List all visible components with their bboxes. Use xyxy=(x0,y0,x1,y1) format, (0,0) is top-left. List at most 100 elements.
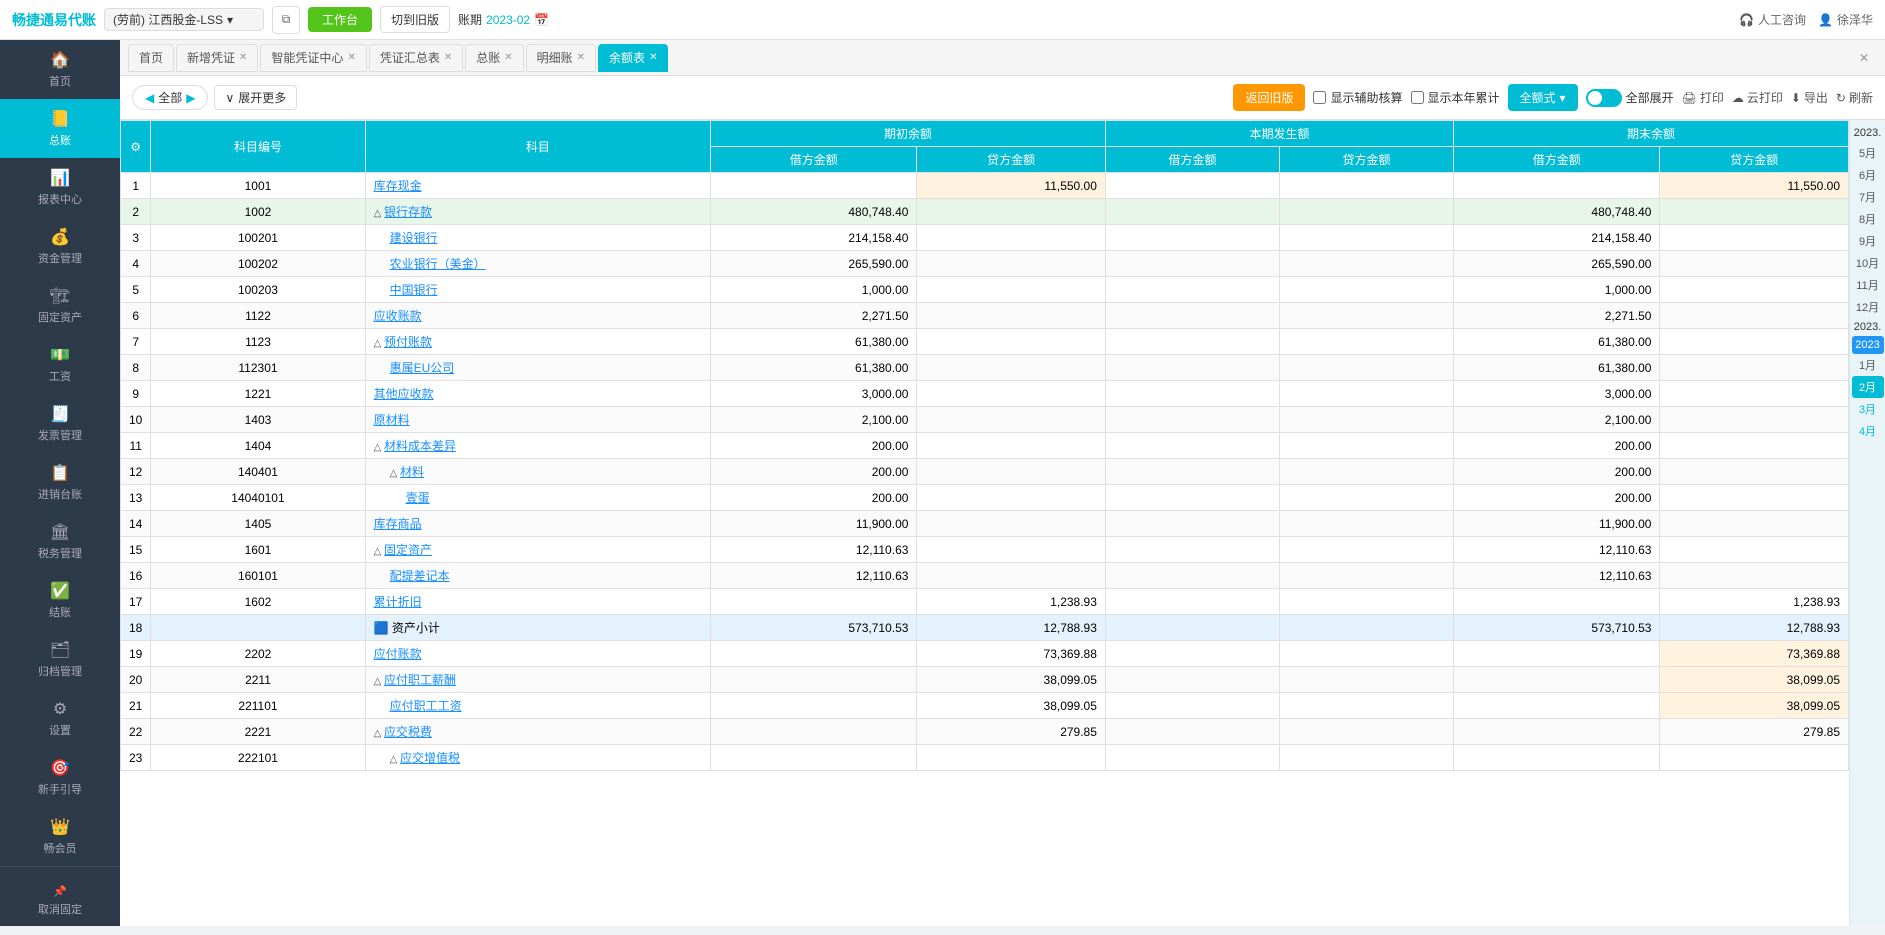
month-2[interactable]: 2月 xyxy=(1852,376,1884,398)
tab-smart-voucher[interactable]: 智能凭证中心 ✕ xyxy=(260,44,366,72)
year-label-1[interactable]: 2023. xyxy=(1854,124,1882,142)
sidebar-item-ledger[interactable]: 📒 总账 xyxy=(0,99,120,158)
row-name[interactable]: △ 应交税费 xyxy=(365,719,710,745)
account-name-link[interactable]: 应收账款 xyxy=(374,309,422,323)
ytd-checkbox-input[interactable] xyxy=(1411,91,1424,104)
row-name[interactable]: 中国银行 xyxy=(365,277,710,303)
user-service[interactable]: 🎧 人工咨询 xyxy=(1739,11,1806,28)
month-7[interactable]: 7月 xyxy=(1852,186,1884,208)
sidebar-item-tax[interactable]: 🏛 税务管理 xyxy=(0,512,120,571)
row-name[interactable]: 建设银行 xyxy=(365,225,710,251)
return-old-version-button[interactable]: 返回旧版 xyxy=(1233,84,1305,111)
month-10[interactable]: 10月 xyxy=(1852,252,1884,274)
expand-arrow-icon[interactable]: △ xyxy=(374,546,384,557)
company-selector[interactable]: (劳前) 江西股金-LSS ▾ xyxy=(104,8,264,31)
sidebar-item-close[interactable]: ✅ 结账 xyxy=(0,571,120,630)
account-name-link[interactable]: 累计折旧 xyxy=(374,595,422,609)
toggle-switch-input[interactable] xyxy=(1586,89,1622,107)
settings-header[interactable]: ⚙ xyxy=(121,121,151,173)
row-name[interactable]: △ 银行存款 xyxy=(365,199,710,225)
row-name[interactable]: 应付职工工资 xyxy=(365,693,710,719)
row-name[interactable]: △ 应付职工薪酬 xyxy=(365,667,710,693)
account-name-link[interactable]: 建设银行 xyxy=(390,231,438,245)
row-name[interactable]: 农业银行（美金） xyxy=(365,251,710,277)
sidebar-item-funds[interactable]: 💰 资金管理 xyxy=(0,217,120,276)
expand-arrow-icon[interactable]: △ xyxy=(390,754,400,765)
tab-balance-sheet[interactable]: 余额表 ✕ xyxy=(598,44,668,72)
account-name-link[interactable]: 材料 xyxy=(400,465,424,479)
workspace-button[interactable]: 工作台 xyxy=(308,7,372,32)
month-5[interactable]: 5月 xyxy=(1852,142,1884,164)
tab-new-voucher[interactable]: 新增凭证 ✕ xyxy=(176,44,258,72)
user-profile[interactable]: 👤 徐泽华 xyxy=(1818,11,1873,28)
account-name-link[interactable]: 库存现金 xyxy=(374,179,422,193)
account-name-link[interactable]: 其他应收款 xyxy=(374,387,434,401)
row-name[interactable]: 惠属EU公司 xyxy=(365,355,710,381)
account-name-link[interactable]: 预付账款 xyxy=(384,335,432,349)
close-voucher-summary-icon[interactable]: ✕ xyxy=(444,52,452,63)
show-aux-checkbox[interactable]: 显示辅助核算 xyxy=(1313,89,1402,106)
month-9[interactable]: 9月 xyxy=(1852,230,1884,252)
sidebar-item-payroll[interactable]: 💵 工资 xyxy=(0,335,120,394)
sidebar-item-purchase[interactable]: 📋 进销台账 xyxy=(0,453,120,512)
close-detail-ledger-icon[interactable]: ✕ xyxy=(577,52,585,63)
row-name[interactable]: 库存现金 xyxy=(365,173,710,199)
account-name-link[interactable]: 壹蛋 xyxy=(406,491,430,505)
sidebar-item-guide[interactable]: 🎯 新手引导 xyxy=(0,748,120,807)
month-12[interactable]: 12月 xyxy=(1852,296,1884,318)
account-name-link[interactable]: 应付职工工资 xyxy=(390,699,462,713)
account-name-link[interactable]: 惠属EU公司 xyxy=(390,361,455,375)
month-4[interactable]: 4月 xyxy=(1852,420,1884,442)
row-name[interactable]: △ 应交增值税 xyxy=(365,745,710,771)
account-name-link[interactable]: 银行存款 xyxy=(384,205,432,219)
expand-arrow-icon[interactable]: △ xyxy=(374,338,384,349)
row-name[interactable]: 原材料 xyxy=(365,407,710,433)
sidebar-item-member[interactable]: 👑 畅会员 xyxy=(0,807,120,866)
row-name[interactable]: 累计折旧 xyxy=(365,589,710,615)
row-name[interactable]: △ 材料 xyxy=(365,459,710,485)
account-name-link[interactable]: 农业银行（美金） xyxy=(390,257,486,271)
sidebar-item-home[interactable]: 🏠 首页 xyxy=(0,40,120,99)
row-name[interactable]: △ 预付账款 xyxy=(365,329,710,355)
sidebar-item-assets[interactable]: 🏗 固定资产 xyxy=(0,276,120,335)
close-general-ledger-icon[interactable]: ✕ xyxy=(504,52,512,63)
expand-arrow-icon[interactable]: △ xyxy=(374,442,384,453)
month-6[interactable]: 6月 xyxy=(1852,164,1884,186)
expand-arrow-icon[interactable]: △ xyxy=(374,208,384,219)
tab-detail-ledger[interactable]: 明细账 ✕ xyxy=(526,44,596,72)
sidebar-item-reports[interactable]: 📊 报表中心 xyxy=(0,158,120,217)
month-8[interactable]: 8月 xyxy=(1852,208,1884,230)
account-name-link[interactable]: 应交增值税 xyxy=(400,751,460,765)
account-name-link[interactable]: 应交税费 xyxy=(384,725,432,739)
year-2023-label[interactable]: 2023 xyxy=(1852,336,1884,354)
year-label-2[interactable]: 2023. xyxy=(1854,318,1882,336)
print-button[interactable]: 🖨 打印 xyxy=(1682,89,1724,106)
tab-home[interactable]: 首页 xyxy=(128,44,174,72)
row-name[interactable]: 配提差记本 xyxy=(365,563,710,589)
account-name-link[interactable]: 配提差记本 xyxy=(390,569,450,583)
expand-arrow-icon[interactable]: △ xyxy=(390,468,400,479)
expand-more-button[interactable]: ∨ 展开更多 xyxy=(214,85,297,110)
row-name[interactable]: 应收账款 xyxy=(365,303,710,329)
calendar-icon[interactable]: 📅 xyxy=(534,13,549,27)
close-balance-sheet-icon[interactable]: ✕ xyxy=(649,52,657,63)
tab-general-ledger[interactable]: 总账 ✕ xyxy=(465,44,523,72)
switch-version-button[interactable]: 切到旧版 xyxy=(380,6,450,33)
sidebar-item-settings[interactable]: ⚙ 设置 xyxy=(0,689,120,748)
gear-icon[interactable]: ⚙ xyxy=(130,140,141,154)
expand-arrow-icon[interactable]: △ xyxy=(374,728,384,739)
aux-checkbox-input[interactable] xyxy=(1313,91,1326,104)
export-button[interactable]: ⬇ 导出 xyxy=(1791,89,1828,106)
expand-arrow-icon[interactable]: △ xyxy=(374,676,384,687)
show-ytd-checkbox[interactable]: 显示本年累计 xyxy=(1411,89,1500,106)
close-smart-voucher-icon[interactable]: ✕ xyxy=(347,52,355,63)
sidebar-item-archive[interactable]: 🗂 归档管理 xyxy=(0,630,120,689)
format-button[interactable]: 全额式 ▾ xyxy=(1508,84,1578,111)
account-name-link[interactable]: 应付账款 xyxy=(374,647,422,661)
refresh-button[interactable]: ↻ 刷新 xyxy=(1836,89,1873,106)
account-name-link[interactable]: 原材料 xyxy=(374,413,410,427)
row-name[interactable]: 其他应收款 xyxy=(365,381,710,407)
month-1[interactable]: 1月 xyxy=(1852,354,1884,376)
close-new-voucher-icon[interactable]: ✕ xyxy=(239,52,247,63)
row-name[interactable]: 🟦 资产小计 xyxy=(365,615,710,641)
